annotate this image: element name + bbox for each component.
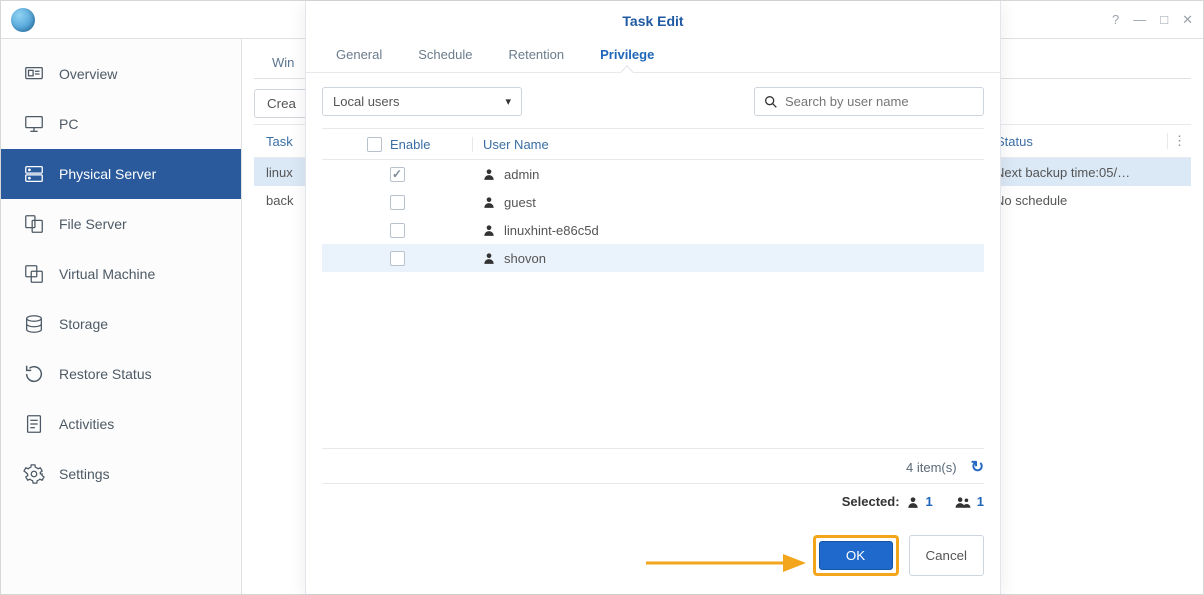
sidebar-item-vm[interactable]: Virtual Machine [1,249,241,299]
dialog-tabs: General Schedule Retention Privilege [306,35,1000,73]
dialog-body: Local users ▾ Enable User Name [306,73,1000,517]
user-name: admin [504,167,539,182]
sidebar-item-restore-status[interactable]: Restore Status [1,349,241,399]
task-status: No schedule [987,193,1167,208]
tab-schedule[interactable]: Schedule [416,39,474,72]
user-icon [482,251,496,265]
user-name: shovon [504,251,546,266]
selected-user-count: 1 [926,494,933,509]
activities-icon [23,413,45,435]
select-all-checkbox[interactable] [367,137,382,152]
chevron-down-icon: ▾ [505,95,511,108]
pc-icon [23,113,45,135]
sidebar-label: Restore Status [59,366,152,382]
dialog-top-bar: Local users ▾ [322,87,984,116]
sidebar-label: Storage [59,316,108,332]
user-icon [482,223,496,237]
user-scope-select[interactable]: Local users ▾ [322,87,522,116]
main-tab[interactable]: Win [254,47,312,78]
search-input[interactable] [785,94,975,109]
search-input-wrapper[interactable] [754,87,984,116]
user-table-header: Enable User Name [322,128,984,160]
annotation-arrow [641,548,806,578]
sidebar-item-activities[interactable]: Activities [1,399,241,449]
sidebar-label: File Server [59,216,127,232]
enable-column-header[interactable]: Enable [322,137,472,152]
server-icon [23,163,45,185]
overview-icon [23,63,45,85]
window-controls: ? — □ ✕ [1112,12,1193,28]
tab-retention[interactable]: Retention [506,39,566,72]
create-button[interactable]: Crea [254,89,309,118]
vm-icon [23,263,45,285]
status-col-header[interactable]: Status [987,134,1167,149]
enable-checkbox[interactable] [390,223,405,238]
selected-label: Selected: [842,494,900,509]
file-server-icon [23,213,45,235]
task-edit-dialog: Task Edit General Schedule Retention Pri… [305,1,1001,594]
sidebar-label: Physical Server [59,166,156,182]
sidebar-item-storage[interactable]: Storage [1,299,241,349]
sidebar-item-file-server[interactable]: File Server [1,199,241,249]
selected-group-count: 1 [977,494,984,509]
user-row[interactable]: guest [322,188,984,216]
user-icon [482,195,496,209]
storage-icon [23,313,45,335]
help-icon[interactable]: ? [1112,12,1119,28]
user-row[interactable]: admin [322,160,984,188]
enable-checkbox[interactable] [390,195,405,210]
sidebar-label: Activities [59,416,114,432]
dialog-title: Task Edit [306,1,1000,35]
sidebar-item-settings[interactable]: Settings [1,449,241,499]
select-value: Local users [333,94,399,109]
minimize-icon[interactable]: — [1133,12,1146,28]
sidebar: Overview PC Physical Server File Server … [1,39,242,594]
items-count: 4 item(s) [906,460,957,475]
sidebar-item-pc[interactable]: PC [1,99,241,149]
cancel-button[interactable]: Cancel [909,535,985,576]
user-name: linuxhint-e86c5d [504,223,599,238]
tab-privilege[interactable]: Privilege [598,39,656,72]
ok-button[interactable]: OK [819,541,893,570]
enable-checkbox[interactable] [390,167,405,182]
sidebar-label: Virtual Machine [59,266,155,282]
user-name: guest [504,195,536,210]
user-row[interactable]: linuxhint-e86c5d [322,216,984,244]
app-logo [11,8,35,32]
selected-summary: Selected: 1 1 [322,484,984,513]
dialog-footer: OK Cancel [306,517,1000,594]
table-menu-icon[interactable]: ⋮ [1167,133,1191,149]
reload-icon[interactable]: ↻ [971,457,984,477]
sidebar-label: Overview [59,66,117,82]
sidebar-item-overview[interactable]: Overview [1,49,241,99]
restore-icon [23,363,45,385]
gear-icon [23,463,45,485]
close-icon[interactable]: ✕ [1182,12,1193,28]
maximize-icon[interactable]: □ [1160,12,1168,28]
group-icon [955,495,971,509]
enable-checkbox[interactable] [390,251,405,266]
sidebar-label: Settings [59,466,110,482]
user-table: Enable User Name admin [322,128,984,449]
sidebar-label: PC [59,116,78,132]
user-row[interactable]: shovon [322,244,984,272]
username-column-header[interactable]: User Name [472,137,984,152]
search-icon [763,94,779,110]
sidebar-item-physical-server[interactable]: Physical Server [1,149,241,199]
items-count-bar: 4 item(s) ↻ [322,449,984,484]
user-icon [906,495,920,509]
tab-general[interactable]: General [334,39,384,72]
user-icon [482,167,496,181]
task-status: Next backup time:05/… [987,165,1167,180]
ok-button-highlight: OK [813,535,899,576]
